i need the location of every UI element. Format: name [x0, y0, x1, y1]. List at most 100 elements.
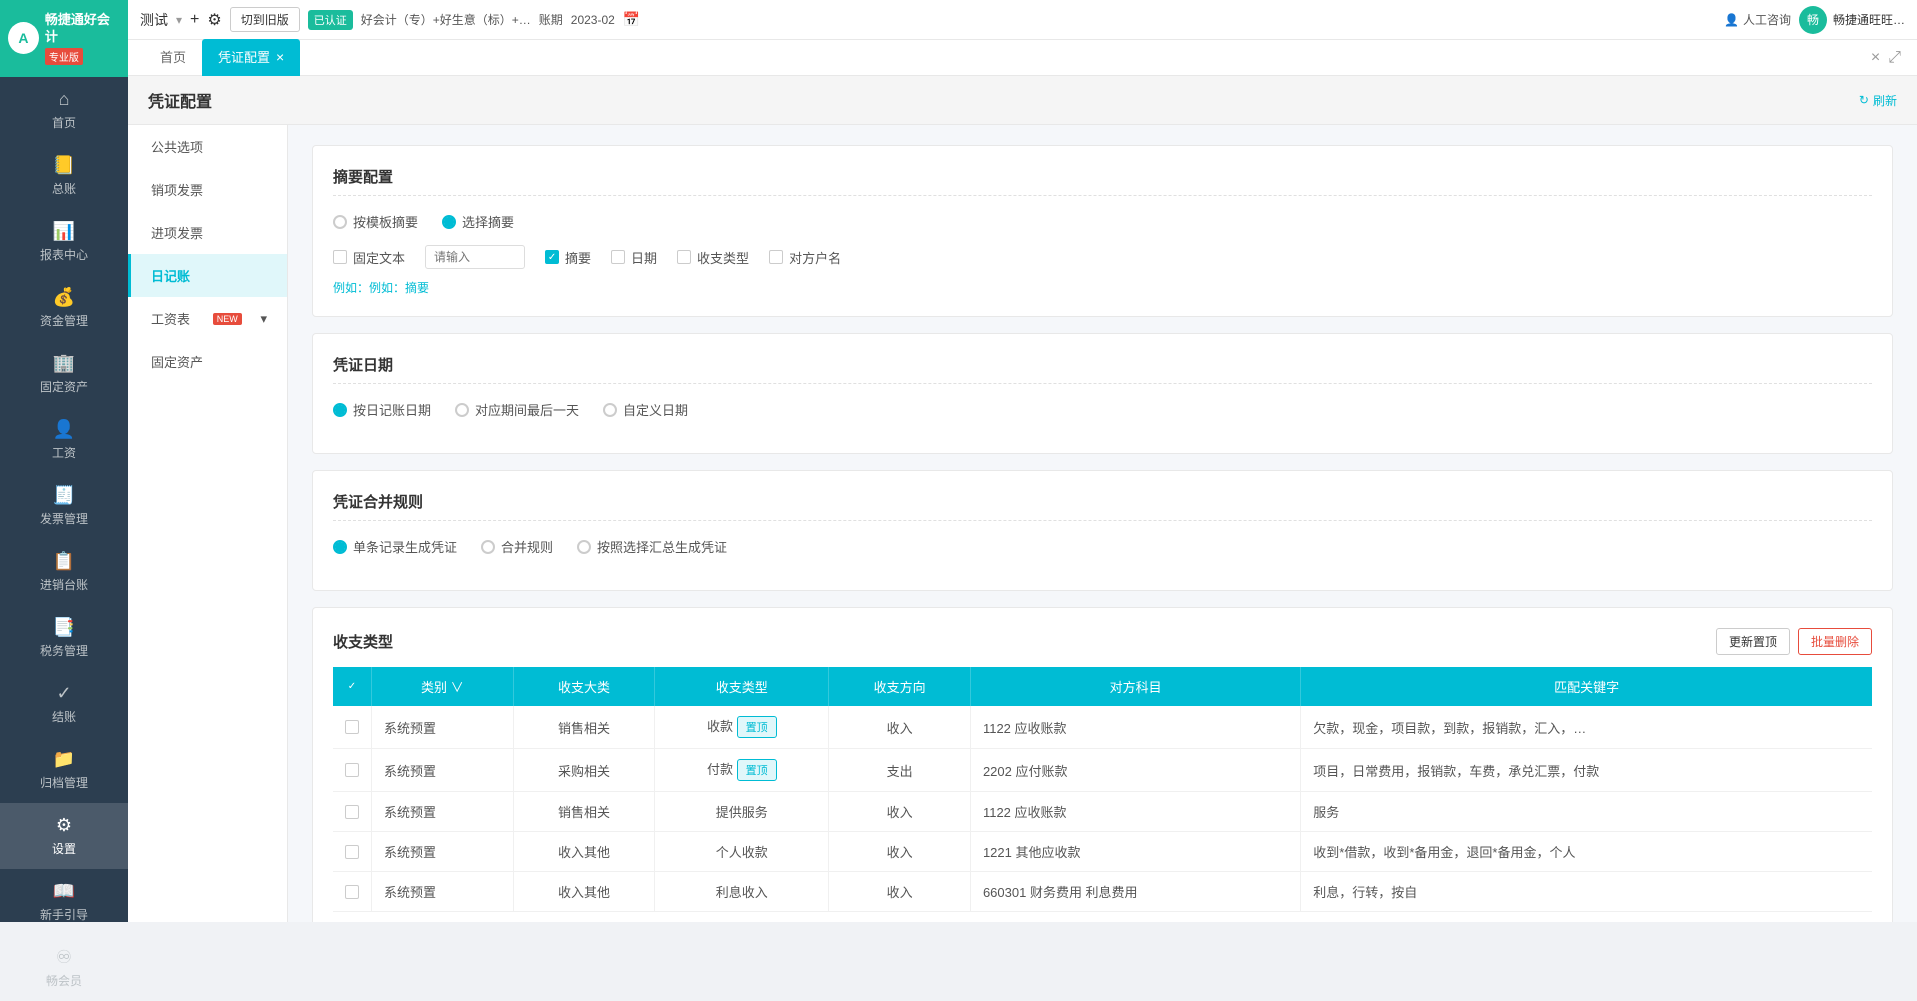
row-checkbox-box: [345, 805, 359, 819]
sidebar-icon: 💰: [53, 287, 75, 308]
tab-expand-btn[interactable]: ⤢: [1888, 49, 1901, 67]
radio-single-record[interactable]: 单条记录生成凭证: [333, 537, 457, 556]
td-checkbox[interactable]: [333, 872, 372, 912]
radio-merge-circle: [481, 540, 495, 554]
row-checkbox-0[interactable]: [345, 720, 359, 734]
td-checkbox[interactable]: [333, 832, 372, 872]
row-checkbox-2[interactable]: [345, 805, 359, 819]
period-calendar-icon[interactable]: 📅: [623, 11, 640, 28]
radio-last-day[interactable]: 对应期间最后一天: [455, 400, 579, 419]
batch-delete-btn[interactable]: 批量删除: [1798, 628, 1872, 655]
th-major-type: 收支大类: [513, 667, 655, 706]
sidebar-icon: 📋: [53, 551, 75, 572]
logo-text: 畅捷通好会计: [45, 12, 120, 46]
th-type: 收支类型: [655, 667, 829, 706]
topbar-gear-btn[interactable]: ⚙: [207, 10, 221, 30]
sidebar-item-进销台账[interactable]: 📋进销台账: [0, 539, 128, 605]
refresh-btn[interactable]: ↻ 刷新: [1859, 92, 1897, 109]
summary-radio-group: 按模板摘要 选择摘要: [333, 212, 1872, 231]
chevron-down-icon: ▾: [260, 311, 267, 327]
sidebar-label: 税务管理: [40, 642, 88, 659]
select-all-checkbox[interactable]: ✓: [345, 680, 359, 694]
left-nav-item-销项发票[interactable]: 销项发票: [128, 168, 287, 211]
sidebar-item-报表中心[interactable]: 📊报表中心: [0, 209, 128, 275]
sidebar-item-总账[interactable]: 📒总账: [0, 143, 128, 209]
sidebar-item-设置[interactable]: ⚙设置: [0, 803, 128, 869]
sidebar-item-结账[interactable]: ✓结账: [0, 671, 128, 737]
sidebar-item-发票管理[interactable]: 🧾发票管理: [0, 473, 128, 539]
sidebar-item-工资[interactable]: 👤工资: [0, 407, 128, 473]
radio-merge-rule[interactable]: 合并规则: [481, 537, 553, 556]
content-header: 凭证配置 ↻ 刷新: [128, 76, 1917, 125]
checkbox-date[interactable]: 日期: [611, 248, 657, 267]
sidebar-label: 首页: [52, 114, 76, 131]
fixed-text-input[interactable]: [425, 245, 525, 269]
switch-version-btn[interactable]: 切到旧版: [230, 7, 300, 32]
left-nav-item-工资表[interactable]: 工资表NEW▾: [128, 297, 287, 340]
row-checkbox-3[interactable]: [345, 845, 359, 859]
sidebar-icon: 📁: [53, 749, 75, 770]
table-row: 系统预置 销售相关 提供服务 收入 1122 应收账款 服务: [333, 792, 1872, 832]
radio-template-summary[interactable]: 按模板摘要: [333, 212, 418, 231]
topbar-user[interactable]: 畅 畅捷通旺旺…: [1799, 6, 1905, 34]
sidebar-item-首页[interactable]: ⌂首页: [0, 77, 128, 143]
tab-close-window-btn[interactable]: ×: [1871, 49, 1880, 67]
td-account: 1221 其他应收款: [970, 832, 1300, 872]
td-checkbox[interactable]: [333, 749, 372, 792]
sidebar-label: 发票管理: [40, 510, 88, 527]
td-keywords: 项目，日常费用，报销款，车费，承兑汇票，付款: [1301, 749, 1872, 792]
checkbox-type[interactable]: 收支类型: [677, 248, 749, 267]
checkbox-fixed-text[interactable]: 固定文本: [333, 248, 405, 267]
sidebar-item-新手引导[interactable]: 📖新手引导: [0, 869, 128, 935]
checkbox-counterpart[interactable]: 对方户名: [769, 248, 841, 267]
sidebar-item-固定资产[interactable]: 🏢固定资产: [0, 341, 128, 407]
sidebar-item-归档管理[interactable]: 📁归档管理: [0, 737, 128, 803]
left-nav-item-日记账[interactable]: 日记账: [128, 254, 287, 297]
update-top-btn[interactable]: 更新置顶: [1716, 628, 1790, 655]
example-text: 例如：例如：摘要: [333, 279, 1872, 296]
sidebar-item-畅会员[interactable]: ♾畅会员: [0, 935, 128, 1001]
topbar-period-label: 账期: [539, 11, 563, 28]
sidebar-item-资金管理[interactable]: 💰资金管理: [0, 275, 128, 341]
th-account: 对方科目: [970, 667, 1300, 706]
row-checkbox-box: [345, 763, 359, 777]
tab-voucher-config-label: 凭证配置: [218, 47, 270, 66]
topbar-info: 好会计（专）+好生意（标）+…: [361, 11, 531, 28]
reset-tag-btn[interactable]: 置顶: [737, 759, 777, 781]
tab-home[interactable]: 首页: [144, 39, 202, 76]
reset-tag-btn[interactable]: 置顶: [737, 716, 777, 738]
section-merge-rules: 凭证合并规则 单条记录生成凭证 合并规则 按照选择汇总生成凭证: [312, 470, 1893, 591]
td-category: 系统预置: [372, 872, 514, 912]
left-nav-item-固定资产[interactable]: 固定资产: [128, 340, 287, 383]
topbar-consult-btn[interactable]: 👤 人工咨询: [1724, 11, 1791, 28]
row-checkbox-4[interactable]: [345, 885, 359, 899]
sidebar-icon: 📊: [53, 221, 75, 242]
td-checkbox[interactable]: [333, 792, 372, 832]
tab-voucher-config[interactable]: 凭证配置 ×: [202, 39, 300, 76]
section-summary-config: 摘要配置 按模板摘要 选择摘要: [312, 145, 1893, 317]
td-type: 利息收入: [655, 872, 829, 912]
left-nav: 公共选项销项发票进项发票日记账工资表NEW▾固定资产: [128, 125, 288, 922]
tab-close-btn[interactable]: ×: [276, 49, 284, 65]
user-avatar: 畅: [1799, 6, 1827, 34]
sidebar-item-税务管理[interactable]: 📑税务管理: [0, 605, 128, 671]
left-nav-item-公共选项[interactable]: 公共选项: [128, 125, 287, 168]
radio-custom-date[interactable]: 自定义日期: [603, 400, 688, 419]
topbar-plus-btn[interactable]: +: [190, 11, 199, 29]
row-checkbox-1[interactable]: [345, 763, 359, 777]
radio-select-summary[interactable]: 选择摘要: [442, 212, 514, 231]
td-major-type: 销售相关: [513, 706, 655, 749]
checkbox-summary[interactable]: ✓ 摘要: [545, 248, 591, 267]
radio-journal-date[interactable]: 按日记账日期: [333, 400, 431, 419]
tab-bar-actions: × ⤢: [1871, 49, 1901, 67]
th-direction: 收支方向: [829, 667, 971, 706]
left-nav-item-进项发票[interactable]: 进项发票: [128, 211, 287, 254]
td-type: 提供服务: [655, 792, 829, 832]
section-income-title: 收支类型: [333, 631, 393, 652]
sidebar-icon: ⚙: [56, 815, 72, 836]
td-checkbox[interactable]: [333, 706, 372, 749]
topbar-arrow: ▾: [176, 13, 182, 27]
radio-aggregate[interactable]: 按照选择汇总生成凭证: [577, 537, 727, 556]
income-expense-table: ✓ 类别 ∨ 收支大类 收支类型 收支方向 对方科目 匹配关键字: [333, 667, 1872, 912]
checkbox-fixed-text-box: [333, 250, 347, 264]
